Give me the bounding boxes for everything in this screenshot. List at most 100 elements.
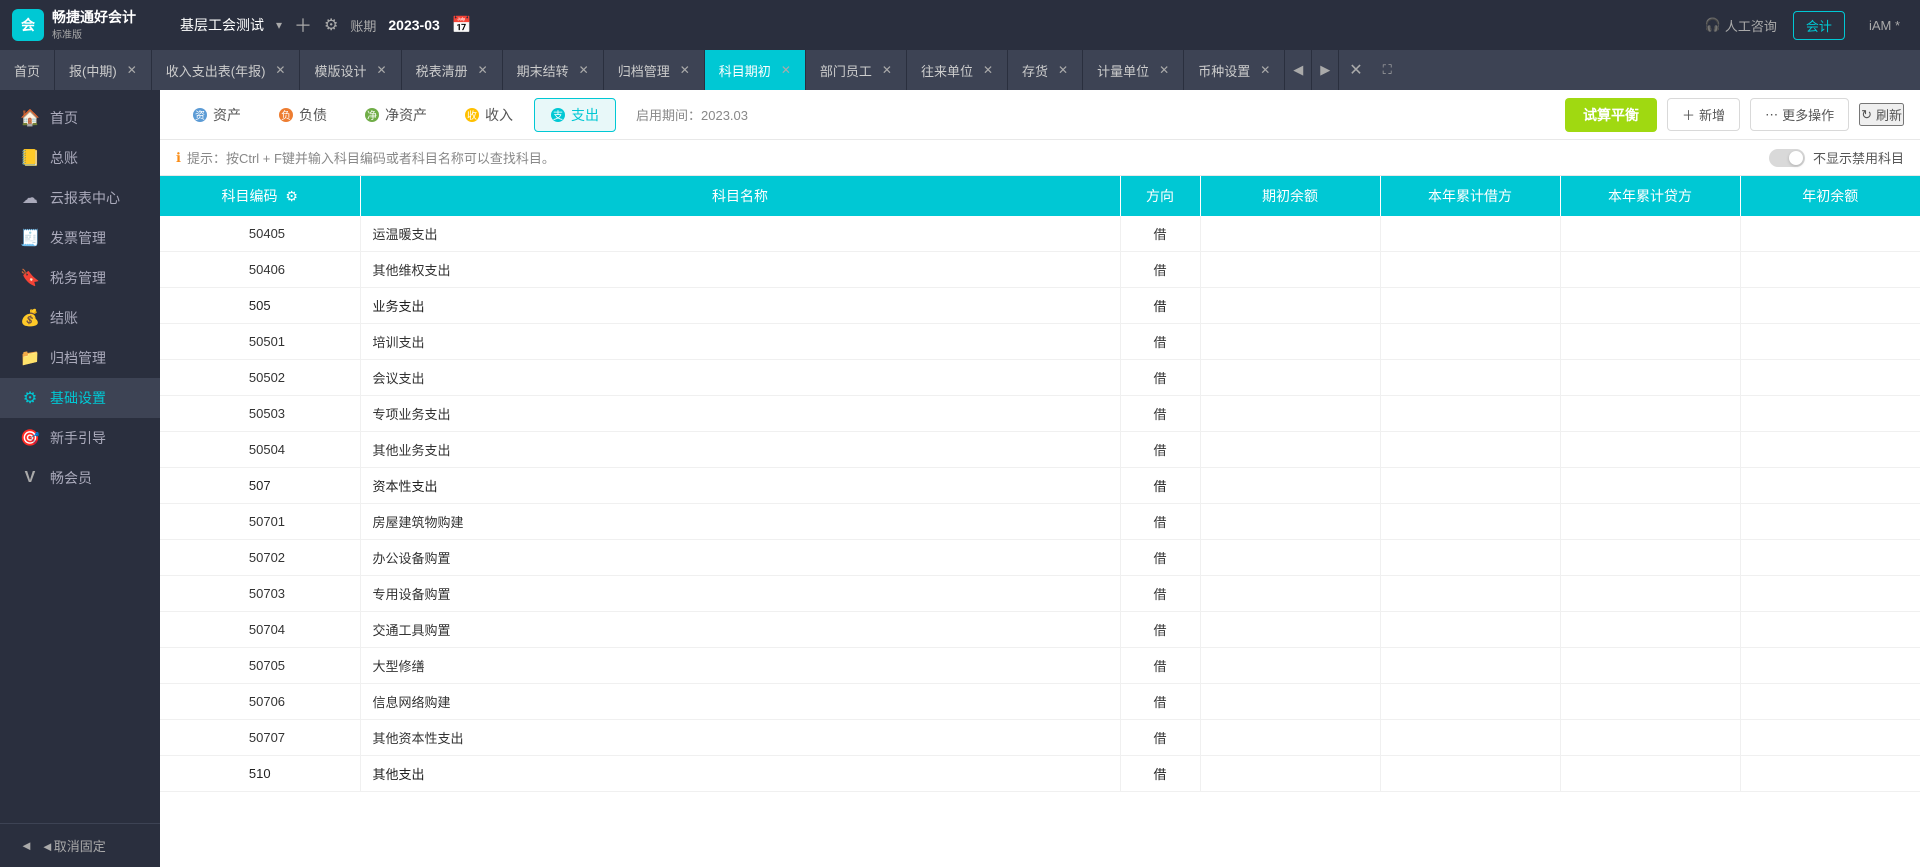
table-row[interactable]: 507 资本性支出 借 [160,468,1920,504]
settings-icon: ⚙ [20,388,40,408]
disabled-toggle[interactable] [1769,149,1805,167]
col-code-settings-icon[interactable]: ⚙ [285,188,298,204]
tab-annual[interactable]: 收入支出表(年报) ✕ [152,50,301,90]
add-button[interactable]: ＋ 新增 [1667,98,1740,131]
sidebar-item-archive[interactable]: 📁 归档管理 [0,338,160,378]
tab-dept-close[interactable]: ✕ [882,63,892,77]
sub-tab-expense[interactable]: 支 支出 [534,98,616,132]
tab-inventory[interactable]: 存货 ✕ [1008,50,1083,90]
sidebar-item-home[interactable]: 🏠 首页 [0,98,160,138]
company-settings-icon[interactable]: ⚙ [324,15,338,35]
tab-currency[interactable]: 币种设置 ✕ [1184,50,1285,90]
table-row[interactable]: 50501 培训支出 借 [160,324,1920,360]
table-header-row: 科目编码 ⚙ 科目名称 方向 期初余额 本年累计借方 本年累计贷方 年初余额 [160,176,1920,216]
cell-debit [1380,504,1560,540]
sub-tab-equity[interactable]: 净 净资产 [348,98,444,132]
tab-midterm[interactable]: 报(中期) ✕ [55,50,152,90]
tab-template[interactable]: 模版设计 ✕ [300,50,401,90]
sub-tab-liability[interactable]: 负 负债 [262,98,344,132]
tab-archive[interactable]: 归档管理 ✕ [604,50,705,90]
cell-debit [1380,396,1560,432]
sidebar-item-member[interactable]: V 畅会员 [0,458,160,498]
sidebar-item-cloud[interactable]: ☁ 云报表中心 [0,178,160,218]
sidebar-item-checkout-label: 结账 [50,308,78,328]
tab-annual-close[interactable]: ✕ [275,63,285,77]
cell-code: 50706 [160,684,360,720]
sidebar-item-guide[interactable]: 🎯 新手引导 [0,418,160,458]
balance-button[interactable]: 试算平衡 [1565,98,1657,132]
calendar-icon[interactable]: 📅 [452,15,472,35]
sidebar-item-tax[interactable]: 🔖 税务管理 [0,258,160,298]
tab-subject-init-label: 科目期初 [719,61,771,80]
cell-code: 50406 [160,252,360,288]
cell-dir: 借 [1120,720,1200,756]
refresh-button[interactable]: ↻ 刷新 [1859,103,1904,126]
sidebar: 🏠 首页 📒 总账 ☁ 云报表中心 🧾 发票管理 🔖 税务管理 💰 结账 📁 归… [0,90,160,867]
cell-year-balance [1740,504,1920,540]
tab-taxform-close[interactable]: ✕ [478,63,488,77]
sub-tab-income[interactable]: 收 收入 [448,98,530,132]
tab-period-end[interactable]: 期末结转 ✕ [503,50,604,90]
tab-next-button[interactable]: ▶ [1312,50,1339,90]
sidebar-item-settings[interactable]: ⚙ 基础设置 [0,378,160,418]
table-row[interactable]: 50502 会议支出 借 [160,360,1920,396]
tab-taxform[interactable]: 税表清册 ✕ [402,50,503,90]
cell-code: 505 [160,288,360,324]
table-row[interactable]: 510 其他支出 借 [160,756,1920,792]
tab-prev-button[interactable]: ◀ [1285,50,1312,90]
table-row[interactable]: 50703 专用设备购置 借 [160,576,1920,612]
sidebar-item-invoice[interactable]: 🧾 发票管理 [0,218,160,258]
cell-code: 50503 [160,396,360,432]
tab-subject-init-close[interactable]: ✕ [781,63,791,77]
tab-unit[interactable]: 计量单位 ✕ [1083,50,1184,90]
tab-customer-close[interactable]: ✕ [983,63,993,77]
cell-balance [1200,360,1380,396]
more-button[interactable]: ⋯ 更多操作 [1750,98,1849,131]
table-row[interactable]: 505 业务支出 借 [160,288,1920,324]
tab-maximize-button[interactable]: ⛶ [1373,50,1402,90]
equity-dot: 净 [365,108,379,122]
cell-debit [1380,468,1560,504]
table-row[interactable]: 50504 其他业务支出 借 [160,432,1920,468]
tab-close-all-button[interactable]: ✕ [1339,50,1372,90]
app-version: 标准版 [52,26,136,41]
table-row[interactable]: 50704 交通工具购置 借 [160,612,1920,648]
tab-midterm-close[interactable]: ✕ [127,63,137,77]
cell-balance [1200,396,1380,432]
service-button[interactable]: 🎧 人工咨询 [1705,16,1777,35]
tab-customer[interactable]: 往来单位 ✕ [907,50,1008,90]
tab-period-end-close[interactable]: ✕ [579,63,589,77]
tab-inventory-close[interactable]: ✕ [1058,63,1068,77]
sidebar-item-checkout[interactable]: 💰 结账 [0,298,160,338]
sub-tab-asset[interactable]: 资 资产 [176,98,258,132]
table-row[interactable]: 50702 办公设备购置 借 [160,540,1920,576]
cell-name: 其他支出 [360,756,1120,792]
tab-currency-close[interactable]: ✕ [1260,63,1270,77]
sidebar-item-home-label: 首页 [50,108,78,128]
tab-archive-close[interactable]: ✕ [680,63,690,77]
table-row[interactable]: 50701 房屋建筑物购建 借 [160,504,1920,540]
table-row[interactable]: 50503 专项业务支出 借 [160,396,1920,432]
table-row[interactable]: 50705 大型修缮 借 [160,648,1920,684]
table-row[interactable]: 50706 信息网络购建 借 [160,684,1920,720]
sidebar-item-ledger[interactable]: 📒 总账 [0,138,160,178]
tab-subject-init[interactable]: 科目期初 ✕ [705,50,806,90]
company-dropdown-icon[interactable]: ▾ [276,18,282,32]
cell-balance [1200,576,1380,612]
tab-unit-close[interactable]: ✕ [1159,63,1169,77]
cell-credit [1560,288,1740,324]
accountant-button[interactable]: 会计 [1793,11,1845,40]
tab-dept[interactable]: 部门员工 ✕ [806,50,907,90]
hint-bar: ℹ 提示：按Ctrl + F键并输入科目编码或者科目名称可以查找科目。 不显示禁… [160,140,1920,176]
tab-homepage[interactable]: 首页 [0,50,55,90]
table-row[interactable]: 50405 运温暖支出 借 [160,216,1920,252]
table-row[interactable]: 50707 其他资本性支出 借 [160,720,1920,756]
tab-template-close[interactable]: ✕ [377,63,387,77]
add-company-icon[interactable]: ＋ [294,12,312,38]
sidebar-collapse-button[interactable]: ◄ ◄取消固定 [0,823,160,867]
hint-left: ℹ 提示：按Ctrl + F键并输入科目编码或者科目名称可以查找科目。 [176,148,555,167]
hint-icon: ℹ [176,150,181,166]
cell-debit [1380,216,1560,252]
table-row[interactable]: 50406 其他维权支出 借 [160,252,1920,288]
tab-homepage-label: 首页 [14,61,40,80]
